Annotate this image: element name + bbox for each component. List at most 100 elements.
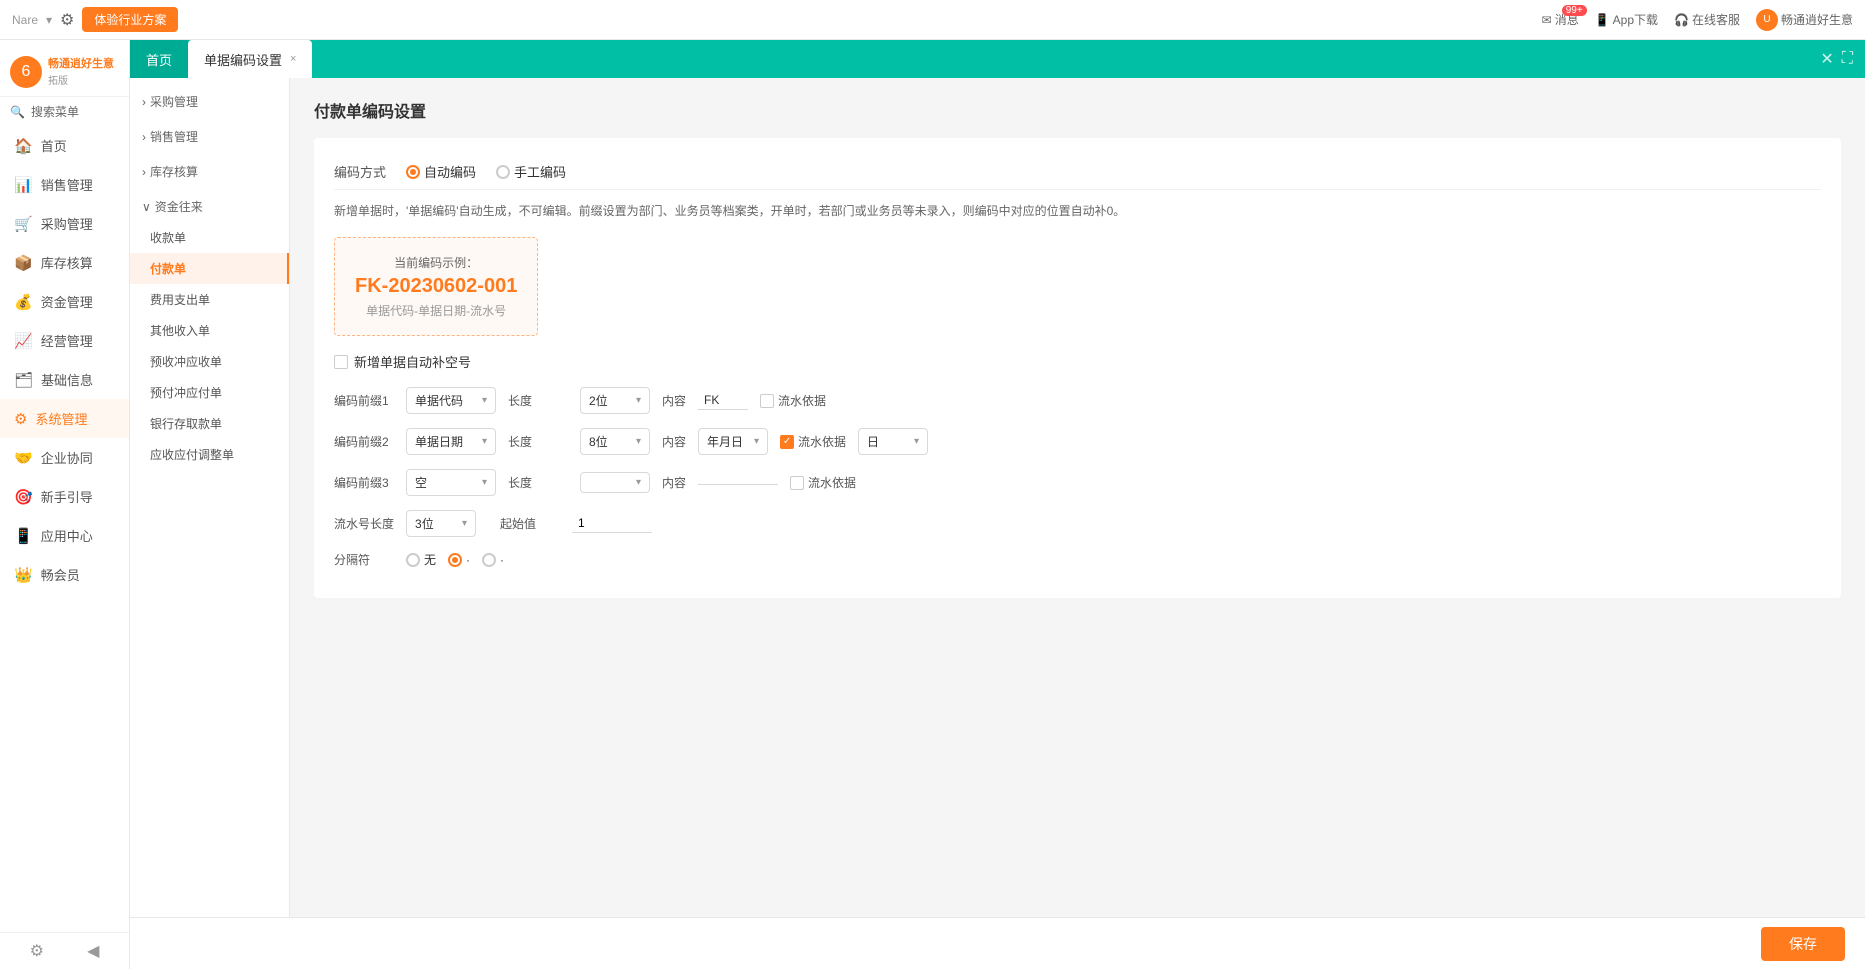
sub-nav-group-label: 库存核算 <box>150 163 198 180</box>
user-info[interactable]: U 畅通逍好生意 <box>1756 9 1853 31</box>
manual-encoding-radio[interactable] <box>496 165 510 179</box>
online-service-btn[interactable]: 🎧 在线客服 <box>1674 11 1740 28</box>
content-select-2[interactable]: 年月日 ▾ <box>698 428 768 455</box>
serial-length-select[interactable]: 3位 ▾ <box>406 510 476 537</box>
sub-nav-item-receive[interactable]: 收款单 <box>130 222 289 253</box>
waterfall-checkbox-1[interactable]: 流水依据 <box>760 392 826 409</box>
auto-encoding-radio[interactable] <box>406 165 420 179</box>
separator-row: 分隔符 无 · · <box>334 551 1821 568</box>
code-preview-value: FK-20230602-001 <box>355 275 517 298</box>
nav-item-member[interactable]: 👑 畅会员 <box>0 555 129 594</box>
sub-nav-header[interactable]: ›采购管理 <box>130 86 289 117</box>
bottom-bar: 保存 <box>130 917 1865 969</box>
nav-item-purchase[interactable]: 🛒采购管理 <box>0 204 129 243</box>
search-menu-btn[interactable]: 🔍 搜索菜单 <box>0 96 129 126</box>
nav-item-finance[interactable]: 💰资金管理 <box>0 282 129 321</box>
nav-icon-sales: 📊 <box>14 176 33 194</box>
nav-item-system[interactable]: ⚙系统管理 <box>0 399 129 438</box>
nav-item-basic[interactable]: 🗂基础信息 <box>0 360 129 399</box>
sep-none-radio[interactable] <box>406 553 420 567</box>
nav-item-sales[interactable]: 📊销售管理 <box>0 165 129 204</box>
auto-increment-checkbox[interactable] <box>334 355 348 369</box>
service-icon: 🎧 <box>1674 13 1689 27</box>
sub-nav-header[interactable]: ›销售管理 <box>130 121 289 152</box>
encoding-method-label: 编码方式 <box>334 162 386 181</box>
sub-nav-item-payment[interactable]: 付款单 <box>130 253 289 284</box>
manual-encoding-option[interactable]: 手工编码 <box>496 162 566 181</box>
tab-label-encoding: 单据编码设置 <box>204 50 282 69</box>
length-label-3: 长度 <box>508 474 568 491</box>
tab-encoding[interactable]: 单据编码设置 × <box>188 40 312 78</box>
sub-nav-header[interactable]: ∨资金往来 <box>130 191 289 222</box>
maximize-icon[interactable]: ⛶ <box>1842 50 1853 68</box>
separator-dot2[interactable]: · <box>482 553 504 567</box>
sub-nav-item-advance_payment[interactable]: 预付冲应付单 <box>130 377 289 408</box>
prefix-value-2: 单据日期 <box>415 433 463 450</box>
serial-length-value: 3位 <box>415 515 434 532</box>
nav-item-inventory[interactable]: 📦库存核算 <box>0 243 129 282</box>
sub-nav-item-receivable_adjust[interactable]: 应收应付调整单 <box>130 439 289 470</box>
sep-dot2-radio[interactable] <box>482 553 496 567</box>
tab-home[interactable]: 首页 <box>130 40 188 78</box>
sep-dot-label: · <box>466 553 470 567</box>
waterfall-box-3[interactable] <box>790 476 804 490</box>
length-select-1[interactable]: 2位 ▾ <box>580 387 650 414</box>
chevron-down-icon[interactable]: ▾ <box>46 13 52 27</box>
prefix-select-2[interactable]: 单据日期 ▾ <box>406 428 496 455</box>
granularity-select[interactable]: 日 ▾ <box>858 428 928 455</box>
nav-icon-member: 👑 <box>14 566 33 584</box>
content-label-1: 内容 <box>662 392 686 409</box>
prefix-label-3: 编码前缀3 <box>334 474 394 491</box>
tab-close-encoding[interactable]: × <box>290 53 296 65</box>
waterfall-box-2[interactable]: ✓ <box>780 435 794 449</box>
prefix-select-3[interactable]: 空 ▾ <box>406 469 496 496</box>
content-label-3: 内容 <box>662 474 686 491</box>
page-title: 付款单编码设置 <box>314 98 1841 122</box>
nav-item-home[interactable]: 🏠首页 <box>0 126 129 165</box>
tab-label-home: 首页 <box>146 50 172 69</box>
length-select-3[interactable]: ▾ <box>580 472 650 493</box>
sub-nav-item-expense[interactable]: 费用支出单 <box>130 284 289 315</box>
separator-none[interactable]: 无 <box>406 551 436 568</box>
nav-item-enterprise[interactable]: 🤝企业协同 <box>0 438 129 477</box>
sub-nav-item-bank_deposit[interactable]: 银行存取款单 <box>130 408 289 439</box>
left-sidebar: 6 畅通逍好生意 拓版 🔍 搜索菜单 🏠首页📊销售管理🛒采购管理📦库存核算💰资金… <box>0 40 130 969</box>
waterfall-checkbox-3[interactable]: 流水依据 <box>790 474 856 491</box>
sub-nav-item-advance_receive[interactable]: 预收冲应收单 <box>130 346 289 377</box>
messages-btn[interactable]: ✉ 消息 99+ <box>1542 11 1579 28</box>
save-button[interactable]: 保存 <box>1761 927 1845 961</box>
nav-item-newbie[interactable]: 🎯新手引导 <box>0 477 129 516</box>
top-bar-left: Nare ▾ ⚙ 体验行业方案 <box>12 7 1534 32</box>
length-select-2[interactable]: 8位 ▾ <box>580 428 650 455</box>
prefix-value-3: 空 <box>415 474 427 491</box>
content-area: 首页单据编码设置× ✕ ⛶ ›采购管理›销售管理›库存核算∨资金往来收款单付款单… <box>130 40 1865 969</box>
waterfall-box-1[interactable] <box>760 394 774 408</box>
close-window-icon[interactable]: ✕ <box>1820 49 1833 69</box>
nav-item-apps[interactable]: 📱应用中心 <box>0 516 129 555</box>
experience-btn[interactable]: 体验行业方案 <box>82 7 178 32</box>
nav-item-operations[interactable]: 📈经营管理 <box>0 321 129 360</box>
messages-badge: 99+ <box>1562 5 1587 16</box>
sep-dot-radio[interactable] <box>448 553 462 567</box>
prefix-select-1[interactable]: 单据代码 ▾ <box>406 387 496 414</box>
sub-content: ›采购管理 ›销售管理 ›库存核算 ∨资金往来收款单付款单费用支出单其他收入单预收冲应… <box>130 78 1865 917</box>
auto-encoding-option[interactable]: 自动编码 <box>406 162 476 181</box>
nav-icon-finance: 💰 <box>14 293 33 311</box>
sub-nav-header[interactable]: ›库存核算 <box>130 156 289 187</box>
separator-dot[interactable]: · <box>448 553 470 567</box>
waterfall-checkbox-2[interactable]: ✓ 流水依据 <box>780 433 846 450</box>
app-download-label: App下载 <box>1613 11 1658 28</box>
message-icon: ✉ <box>1542 13 1552 27</box>
start-value-label: 起始值 <box>500 515 560 532</box>
start-value-input[interactable] <box>572 514 652 533</box>
top-bar: Nare ▾ ⚙ 体验行业方案 ✉ 消息 99+ 📱 App下载 🎧 在线客服 … <box>0 0 1865 40</box>
tab-bar-right: ✕ ⛶ <box>1820 49 1865 69</box>
app-download-btn[interactable]: 📱 App下载 <box>1595 11 1658 28</box>
settings-icon[interactable]: ⚙ <box>60 10 74 30</box>
code-preview: 当前编码示例： FK-20230602-001 单据代码-单据日期-流水号 <box>334 237 538 336</box>
sub-nav-item-other_income[interactable]: 其他收入单 <box>130 315 289 346</box>
nav-label-member: 畅会员 <box>41 565 80 584</box>
settings-bottom-icon[interactable]: ⚙ <box>30 941 44 961</box>
collapse-icon[interactable]: ◀ <box>87 941 99 961</box>
content-value-2: 年月日 <box>707 433 743 450</box>
